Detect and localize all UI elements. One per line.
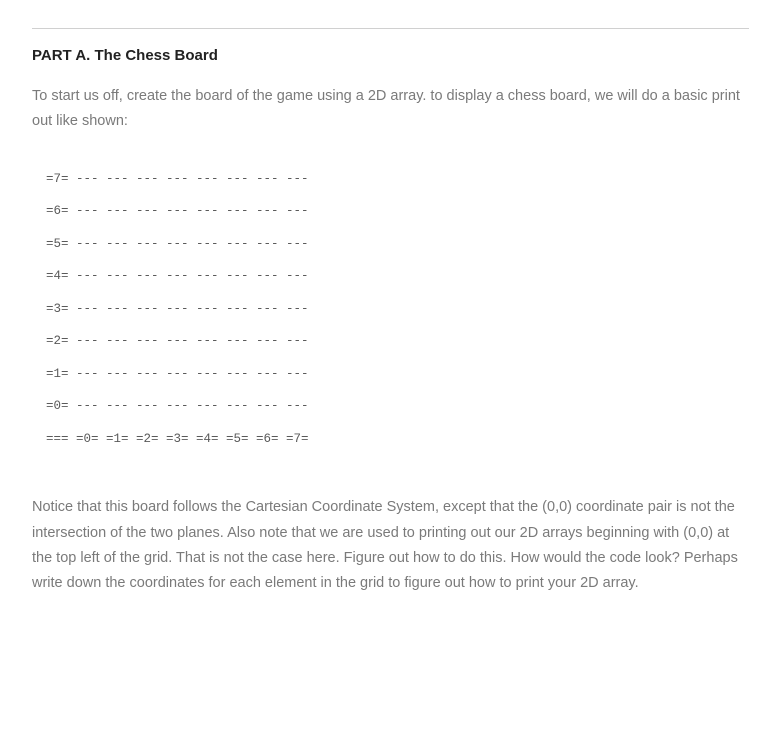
board-row: =5= --- --- --- --- --- --- --- --- xyxy=(46,237,309,251)
board-row: =1= --- --- --- --- --- --- --- --- xyxy=(46,367,309,381)
chess-board-output: =7= --- --- --- --- --- --- --- --- =6= … xyxy=(46,163,749,456)
board-row: =7= --- --- --- --- --- --- --- --- xyxy=(46,172,309,186)
section-heading: PART A. The Chess Board xyxy=(32,47,749,64)
board-row: =4= --- --- --- --- --- --- --- --- xyxy=(46,269,309,283)
board-row: =0= --- --- --- --- --- --- --- --- xyxy=(46,399,309,413)
horizontal-rule xyxy=(32,28,749,29)
board-row-axis: === =0= =1= =2= =3= =4= =5= =6= =7= xyxy=(46,432,309,446)
board-row: =3= --- --- --- --- --- --- --- --- xyxy=(46,302,309,316)
intro-paragraph: To start us off, create the board of the… xyxy=(32,84,749,135)
board-row: =6= --- --- --- --- --- --- --- --- xyxy=(46,204,309,218)
outro-paragraph: Notice that this board follows the Carte… xyxy=(32,495,749,597)
board-row: =2= --- --- --- --- --- --- --- --- xyxy=(46,334,309,348)
